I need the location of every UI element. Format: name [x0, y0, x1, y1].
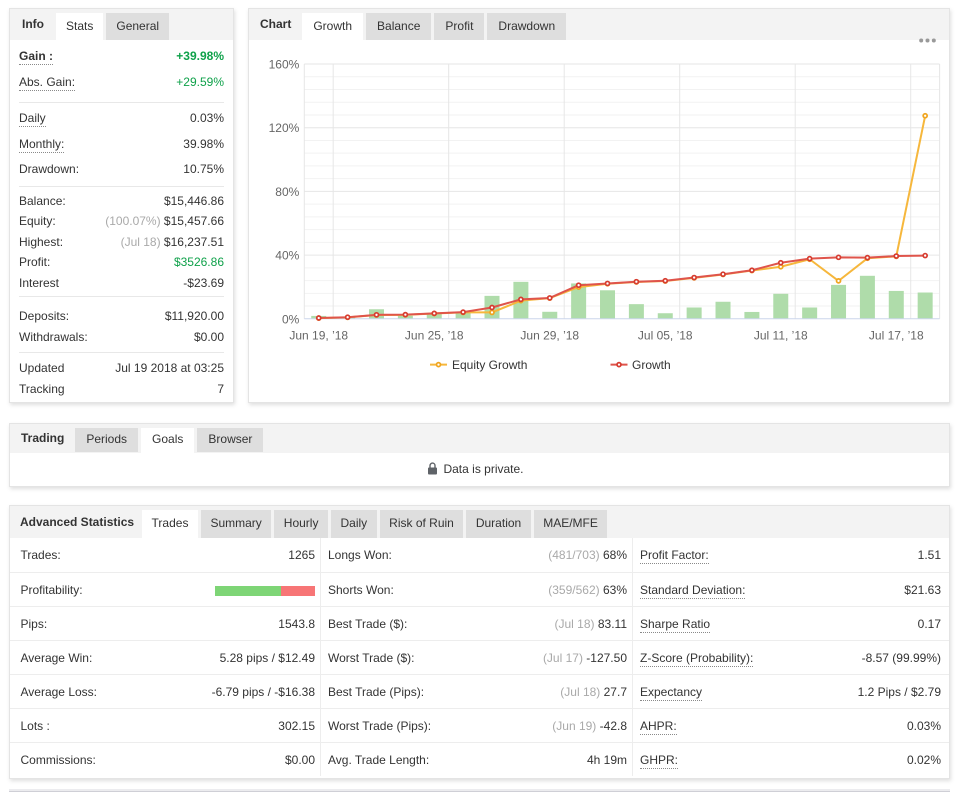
svg-text:40%: 40% [275, 249, 299, 263]
svg-text:Jul 17, ’18: Jul 17, ’18 [869, 329, 924, 343]
svg-text:Jul 05, ’18: Jul 05, ’18 [638, 329, 693, 343]
svg-text:Jun 25, ’18: Jun 25, ’18 [405, 329, 464, 343]
svg-text:Jun 29, ’18: Jun 29, ’18 [520, 329, 579, 343]
svg-text:Equity Growth: Equity Growth [452, 358, 527, 372]
svg-text:Jul 11, ’18: Jul 11, ’18 [754, 329, 808, 343]
svg-text:0%: 0% [282, 312, 300, 326]
svg-text:Jun 19, ’18: Jun 19, ’18 [289, 329, 348, 343]
svg-text:Growth: Growth [632, 358, 671, 372]
svg-text:160%: 160% [269, 58, 300, 72]
svg-text:120%: 120% [269, 121, 300, 135]
svg-text:80%: 80% [275, 185, 299, 199]
